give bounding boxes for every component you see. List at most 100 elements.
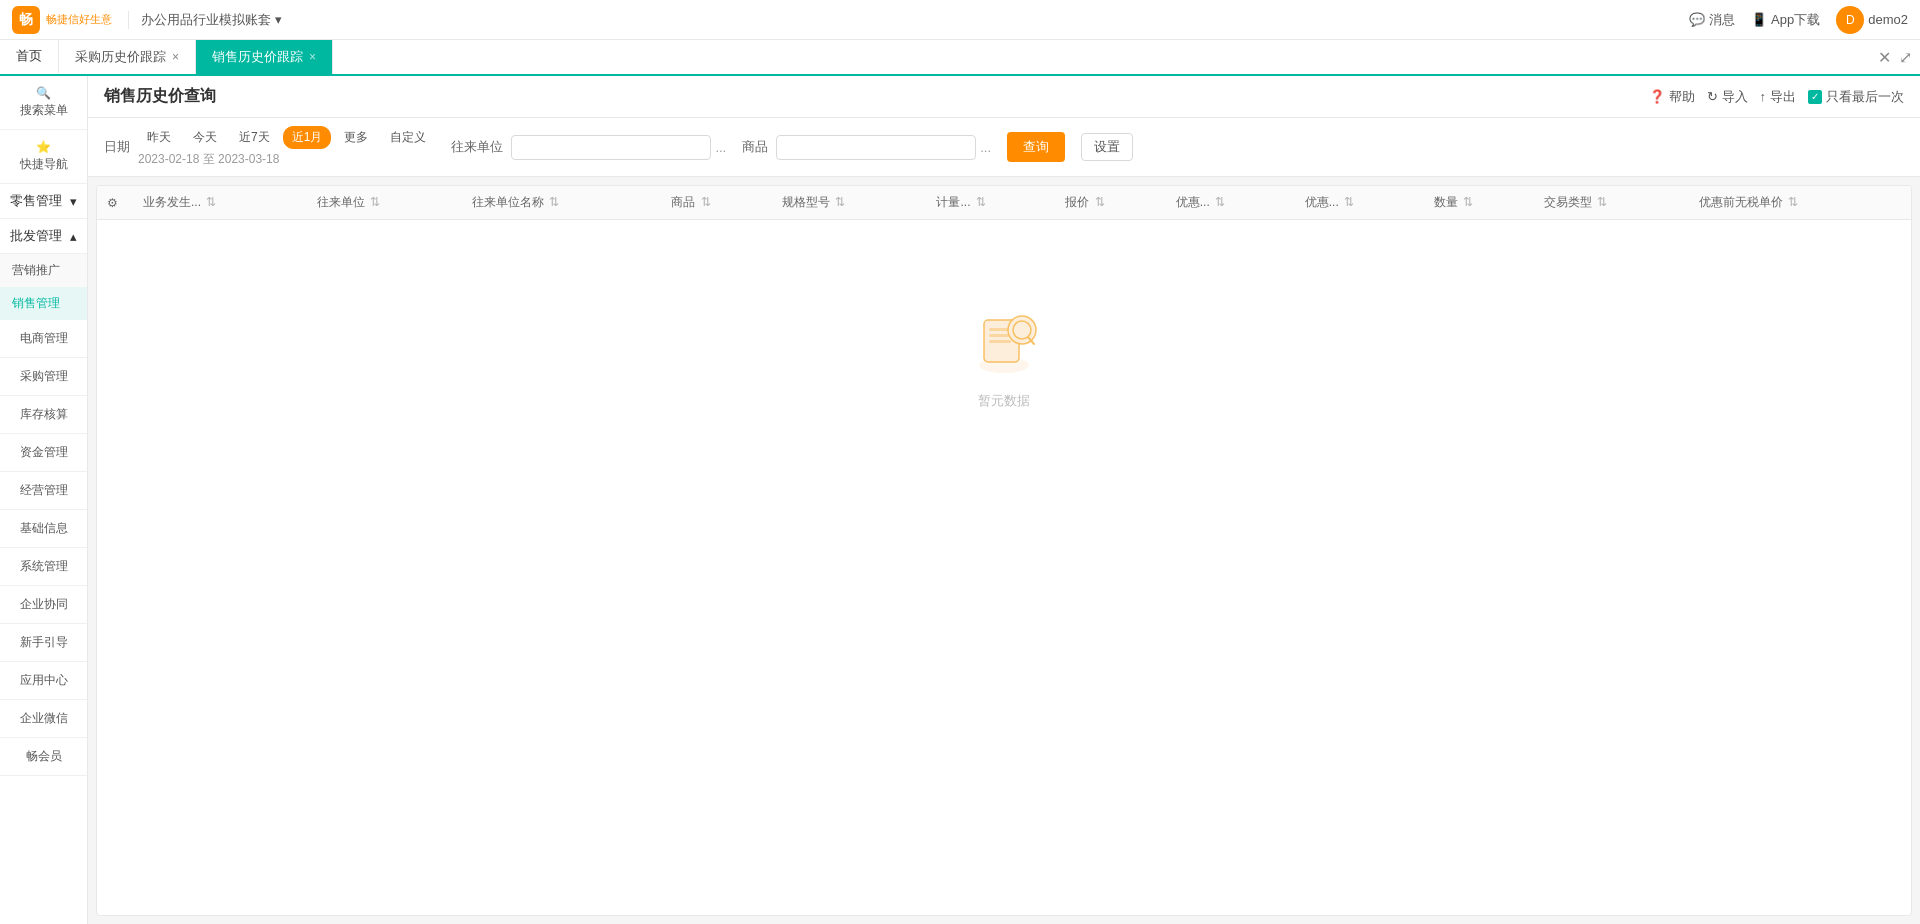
help-label: 帮助 (1669, 88, 1695, 106)
user-name: demo2 (1868, 12, 1908, 27)
col-unit[interactable]: 计量... ⇅ (926, 186, 1055, 220)
purchase-label: 采购管理 (20, 368, 68, 385)
col-discount1[interactable]: 优惠... ⇅ (1166, 186, 1295, 220)
wholesale-mgmt-label: 批发管理 (10, 227, 62, 245)
import-icon: ↻ (1707, 89, 1718, 104)
product-input[interactable] (776, 135, 976, 160)
operations-label: 经营管理 (20, 482, 68, 499)
date-btn-more[interactable]: 更多 (335, 126, 377, 149)
sort-arrows-icon: ⇅ (1788, 195, 1798, 209)
app-selector[interactable]: 办公用品行业模拟账套 ▾ (128, 11, 282, 29)
settings-button[interactable]: 设置 (1081, 133, 1133, 161)
sort-arrows-icon: ⇅ (1597, 195, 1607, 209)
home-tab-label: 首页 (16, 47, 42, 65)
sidebar-item-search-menu[interactable]: 🔍 搜索菜单 (0, 76, 87, 130)
date-label: 日期 (104, 138, 130, 156)
col-transaction-type-label: 交易类型 (1544, 195, 1592, 209)
message-action[interactable]: 💬 消息 (1689, 11, 1735, 29)
sidebar-item-enterprise-wechat[interactable]: 企业微信 (0, 700, 87, 738)
export-icon: ↑ (1760, 89, 1767, 104)
col-discount2[interactable]: 优惠... ⇅ (1295, 186, 1424, 220)
partner-dots-btn[interactable]: ... (715, 140, 726, 155)
col-transaction-type[interactable]: 交易类型 ⇅ (1534, 186, 1689, 220)
marketing-label: 营销推广 (12, 263, 60, 277)
import-action[interactable]: ↻ 导入 (1707, 88, 1748, 106)
maximize-window-icon[interactable]: ⤢ (1899, 48, 1912, 67)
col-business-date-label: 业务发生... (143, 195, 201, 209)
topbar: 畅 畅捷信好生意 办公用品行业模拟账套 ▾ 💬 消息 📱 App下载 D dem… (0, 0, 1920, 40)
col-partner-code-label: 往来单位 (317, 195, 365, 209)
help-action[interactable]: ❓ 帮助 (1649, 88, 1695, 106)
tab-sales-history[interactable]: 销售历史价跟踪 × (196, 40, 333, 74)
sort-arrows-icon: ⇅ (1463, 195, 1473, 209)
sidebar-item-member[interactable]: 畅会员 (0, 738, 87, 776)
sales-history-label: 销售历史价跟踪 (212, 48, 303, 66)
col-spec[interactable]: 规格型号 ⇅ (772, 186, 927, 220)
sidebar-item-new-guide[interactable]: 新手引导 (0, 624, 87, 662)
col-product[interactable]: 商品 ⇅ (661, 186, 771, 220)
avatar: D (1836, 6, 1864, 34)
date-filter-group: 日期 昨天 今天 近7天 近1月 更多 自定义 2023-02-18 至 202… (104, 126, 435, 168)
col-partner-name[interactable]: 往来单位名称 ⇅ (462, 186, 662, 220)
product-input-group: ... (776, 135, 991, 160)
sidebar-item-ecommerce[interactable]: 电商管理 (0, 320, 87, 358)
member-label: 畅会员 (26, 748, 62, 765)
sidebar-item-quick-nav[interactable]: ⭐ 快捷导航 (0, 130, 87, 184)
chevron-down-icon: ▾ (275, 12, 282, 27)
sidebar-item-wholesale-mgmt[interactable]: 批发管理 ▴ (0, 219, 87, 254)
sidebar-item-operations[interactable]: 经营管理 (0, 472, 87, 510)
col-pretax-price[interactable]: 优惠前无税单价 ⇅ (1689, 186, 1911, 220)
date-btn-7days[interactable]: 近7天 (230, 126, 279, 149)
filter-row: 日期 昨天 今天 近7天 近1月 更多 自定义 2023-02-18 至 202… (104, 126, 1904, 168)
close-tab2-icon[interactable]: × (309, 50, 316, 64)
sidebar-item-basic-info[interactable]: 基础信息 (0, 510, 87, 548)
close-tab1-icon[interactable]: × (172, 50, 179, 64)
tab-window-actions: ✕ ⤢ (1870, 40, 1920, 74)
sidebar-search-label: 搜索菜单 (20, 102, 68, 119)
sidebar-item-app-center[interactable]: 应用中心 (0, 662, 87, 700)
date-btn-yesterday[interactable]: 昨天 (138, 126, 180, 149)
col-quote[interactable]: 报价 ⇅ (1055, 186, 1165, 220)
export-action[interactable]: ↑ 导出 (1760, 88, 1797, 106)
date-range-text: 2023-02-18 至 2023-03-18 (138, 151, 435, 168)
user-area[interactable]: D demo2 (1836, 6, 1908, 34)
partner-input[interactable] (511, 135, 711, 160)
import-label: 导入 (1722, 88, 1748, 106)
phone-icon: 📱 (1751, 12, 1767, 27)
sidebar-sub-sales[interactable]: 销售管理 (0, 287, 87, 320)
product-dots-btn[interactable]: ... (980, 140, 991, 155)
tab-purchase-history[interactable]: 采购历史价跟踪 × (59, 40, 196, 74)
tab-home[interactable]: 首页 (0, 40, 59, 74)
sidebar-item-inventory[interactable]: 库存核算 (0, 396, 87, 434)
search-button[interactable]: 查询 (1007, 132, 1065, 162)
logo-icon: 畅 (12, 6, 40, 34)
only-last-checkbox-icon (1808, 90, 1822, 104)
wholesale-subsection: 营销推广 销售管理 (0, 254, 87, 320)
date-btn-today[interactable]: 今天 (184, 126, 226, 149)
col-business-date[interactable]: 业务发生... ⇅ (133, 186, 307, 220)
sidebar-quick-nav-label: 快捷导航 (20, 156, 68, 173)
chevron-up-icon: ▴ (70, 229, 77, 244)
tab-spacer (333, 40, 1870, 74)
sidebar-sub-marketing[interactable]: 营销推广 (0, 254, 87, 287)
sidebar-item-purchase[interactable]: 采购管理 (0, 358, 87, 396)
sidebar-item-retail-mgmt[interactable]: 零售管理 ▾ (0, 184, 87, 219)
col-quantity-label: 数量 (1434, 195, 1458, 209)
col-discount1-label: 优惠... (1176, 195, 1210, 209)
date-btn-custom[interactable]: 自定义 (381, 126, 435, 149)
sidebar-item-system[interactable]: 系统管理 (0, 548, 87, 586)
only-last-once[interactable]: 只看最后一次 (1808, 88, 1904, 106)
basic-info-label: 基础信息 (20, 520, 68, 537)
sidebar-item-capital[interactable]: 资金管理 (0, 434, 87, 472)
col-settings[interactable]: ⚙ (97, 186, 133, 220)
col-unit-label: 计量... (936, 195, 970, 209)
app-download-action[interactable]: 📱 App下载 (1751, 11, 1820, 29)
sidebar-item-enterprise[interactable]: 企业协同 (0, 586, 87, 624)
close-window-icon[interactable]: ✕ (1878, 48, 1891, 67)
sort-arrows-icon: ⇅ (701, 195, 711, 209)
gear-icon: ⚙ (107, 196, 118, 210)
col-partner-code[interactable]: 往来单位 ⇅ (307, 186, 462, 220)
col-quantity[interactable]: 数量 ⇅ (1424, 186, 1534, 220)
partner-filter-group: 往来单位 ... (451, 135, 726, 160)
date-btn-1month[interactable]: 近1月 (283, 126, 332, 149)
